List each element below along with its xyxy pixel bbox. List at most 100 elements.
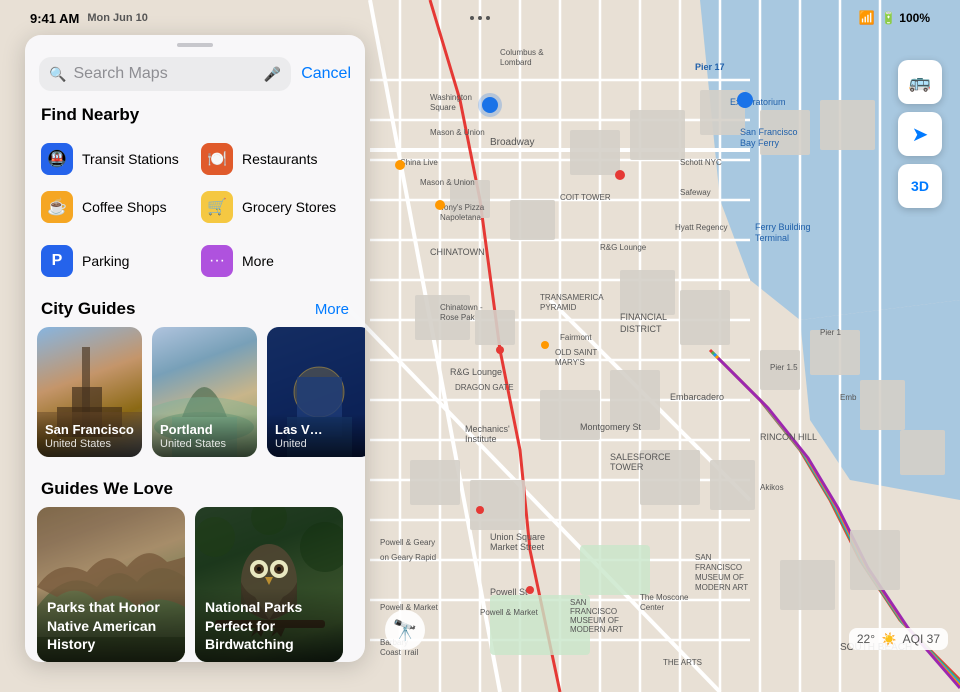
- status-bar: 9:41 AM Mon Jun 10 📶 🔋 100%: [30, 10, 930, 26]
- city-guides-more[interactable]: More: [315, 301, 349, 318]
- map-controls: 🚌 ➤ 3D: [898, 60, 942, 208]
- city-card-portland[interactable]: Portland United States: [152, 327, 257, 457]
- nearby-item-restaurants[interactable]: 🍽️ Restaurants: [195, 135, 355, 183]
- svg-text:Lombard: Lombard: [500, 58, 532, 67]
- binoculars-button[interactable]: 🔭: [385, 610, 425, 650]
- svg-text:Washington: Washington: [430, 93, 472, 102]
- city-guides-header: City Guides More: [25, 291, 365, 327]
- svg-text:Embarcadero: Embarcadero: [670, 392, 724, 402]
- svg-text:Terminal: Terminal: [755, 233, 789, 243]
- svg-text:Columbus &: Columbus &: [500, 48, 544, 57]
- search-bar-container: 🔍 Search Maps 🎤 Cancel: [25, 53, 365, 101]
- svg-text:Pier 1.5: Pier 1.5: [770, 363, 798, 372]
- svg-text:Akikos: Akikos: [760, 483, 784, 492]
- transit-label: Transit Stations: [82, 151, 179, 167]
- parking-icon: P: [41, 245, 73, 277]
- 3d-button[interactable]: 3D: [898, 164, 942, 208]
- search-bar[interactable]: 🔍 Search Maps 🎤: [39, 57, 291, 91]
- grocery-label: Grocery Stores: [242, 199, 336, 215]
- parks-card-overlay: Parks that Honor Native American History: [37, 588, 185, 662]
- nearby-item-parking[interactable]: P Parking: [35, 237, 195, 285]
- aqi-value: AQI 37: [903, 632, 940, 646]
- svg-text:Schott NYC: Schott NYC: [680, 158, 722, 167]
- guides-we-love-row: Parks that Honor Native American History: [25, 507, 365, 662]
- status-date: Mon Jun 10: [87, 12, 148, 24]
- parking-label: Parking: [82, 253, 129, 269]
- svg-text:Pier 1: Pier 1: [820, 328, 841, 337]
- svg-text:Pier 17: Pier 17: [695, 62, 725, 72]
- portland-city-name: Portland: [160, 422, 249, 438]
- guides-we-love-header: Guides We Love: [25, 471, 365, 507]
- svg-text:THE ARTS: THE ARTS: [663, 658, 702, 667]
- svg-text:OLD SAINT: OLD SAINT: [555, 348, 597, 357]
- coffee-label: Coffee Shops: [82, 199, 167, 215]
- battery-icon: 🔋 100%: [881, 11, 930, 25]
- svg-text:China Live: China Live: [400, 158, 438, 167]
- status-indicators: 📶 🔋 100%: [859, 10, 930, 26]
- microphone-icon[interactable]: 🎤: [264, 66, 281, 83]
- svg-text:Broadway: Broadway: [490, 137, 534, 148]
- svg-text:FRANCISCO: FRANCISCO: [695, 563, 742, 572]
- svg-text:Tony's Pizza: Tony's Pizza: [440, 203, 485, 212]
- nearby-item-more[interactable]: ··· More: [195, 237, 355, 285]
- svg-text:SAN: SAN: [570, 598, 587, 607]
- restaurants-label: Restaurants: [242, 151, 317, 167]
- search-placeholder: Search Maps: [73, 65, 256, 83]
- transit-icon: 🚇: [41, 143, 73, 175]
- coffee-icon: ☕: [41, 191, 73, 223]
- svg-text:MODERN ART: MODERN ART: [695, 583, 748, 592]
- status-time: 9:41 AM: [30, 11, 79, 26]
- more-icon: ···: [201, 245, 233, 277]
- city-card-sf[interactable]: San Francisco United States: [37, 327, 142, 457]
- svg-text:SALESFORCE: SALESFORCE: [610, 452, 671, 462]
- svg-text:DRAGON GATE: DRAGON GATE: [455, 383, 514, 392]
- love-card-parks[interactable]: Parks that Honor Native American History: [37, 507, 185, 662]
- svg-text:R&G Lounge: R&G Lounge: [600, 243, 647, 252]
- svg-text:SAN: SAN: [695, 553, 712, 562]
- svg-text:Powell & Market: Powell & Market: [480, 608, 539, 617]
- love-card-birds[interactable]: National Parks Perfect for Birdwatching: [195, 507, 343, 662]
- svg-text:on Geary Rapid: on Geary Rapid: [380, 553, 436, 562]
- svg-text:Institute: Institute: [465, 434, 497, 444]
- svg-text:COIT TOWER: COIT TOWER: [560, 193, 611, 202]
- svg-text:Mason & Union: Mason & Union: [430, 128, 485, 137]
- svg-text:Bay Ferry: Bay Ferry: [740, 138, 780, 148]
- lasvegas-city-name: Las V…: [275, 422, 364, 438]
- transit-button[interactable]: 🚌: [898, 60, 942, 104]
- location-button[interactable]: ➤: [898, 112, 942, 156]
- birds-guide-title: National Parks Perfect for Birdwatching: [205, 598, 333, 653]
- cancel-button[interactable]: Cancel: [301, 65, 351, 83]
- drag-handle[interactable]: [177, 43, 213, 47]
- nearby-item-coffee[interactable]: ☕ Coffee Shops: [35, 183, 195, 231]
- city-guides-row: San Francisco United States Portland Uni…: [25, 327, 365, 471]
- svg-text:Powell & Geary: Powell & Geary: [380, 538, 435, 547]
- svg-text:FRANCISCO: FRANCISCO: [570, 607, 617, 616]
- svg-text:Fairmont: Fairmont: [560, 333, 592, 342]
- weather-badge: 22° ☀️ AQI 37: [849, 628, 948, 650]
- svg-text:Chinatown -: Chinatown -: [440, 303, 483, 312]
- svg-text:TOWER: TOWER: [610, 462, 644, 472]
- svg-text:Rose Pak: Rose Pak: [440, 313, 476, 322]
- svg-text:Napoletana: Napoletana: [440, 213, 481, 222]
- nearby-item-transit[interactable]: 🚇 Transit Stations: [35, 135, 195, 183]
- 3d-label: 3D: [911, 178, 929, 194]
- svg-text:Square: Square: [430, 103, 456, 112]
- lasvegas-card-overlay: Las V… United: [267, 414, 365, 457]
- svg-text:MARY'S: MARY'S: [555, 358, 585, 367]
- svg-text:MUSEUM OF: MUSEUM OF: [570, 616, 619, 625]
- nearby-grid: 🚇 Transit Stations 🍽️ Restaurants ☕ Coff…: [25, 135, 365, 231]
- svg-text:R&G Lounge: R&G Lounge: [450, 367, 502, 377]
- svg-text:Safeway: Safeway: [680, 188, 711, 197]
- city-card-lasvegas[interactable]: Las V… United: [267, 327, 365, 457]
- svg-text:Emb: Emb: [840, 393, 857, 402]
- side-panel: 🔍 Search Maps 🎤 Cancel Find Nearby 🚇 Tra…: [25, 35, 365, 662]
- city-guides-title: City Guides: [41, 299, 135, 319]
- guides-we-love-title: Guides We Love: [41, 479, 173, 499]
- birds-card-overlay: National Parks Perfect for Birdwatching: [195, 588, 343, 662]
- more-label: More: [242, 253, 274, 269]
- parks-guide-title: Parks that Honor Native American History: [47, 598, 175, 653]
- nearby-item-grocery[interactable]: 🛒 Grocery Stores: [195, 183, 355, 231]
- svg-text:Union Square: Union Square: [490, 532, 545, 542]
- lasvegas-country: United: [275, 438, 364, 450]
- wifi-icon: 📶: [859, 10, 875, 26]
